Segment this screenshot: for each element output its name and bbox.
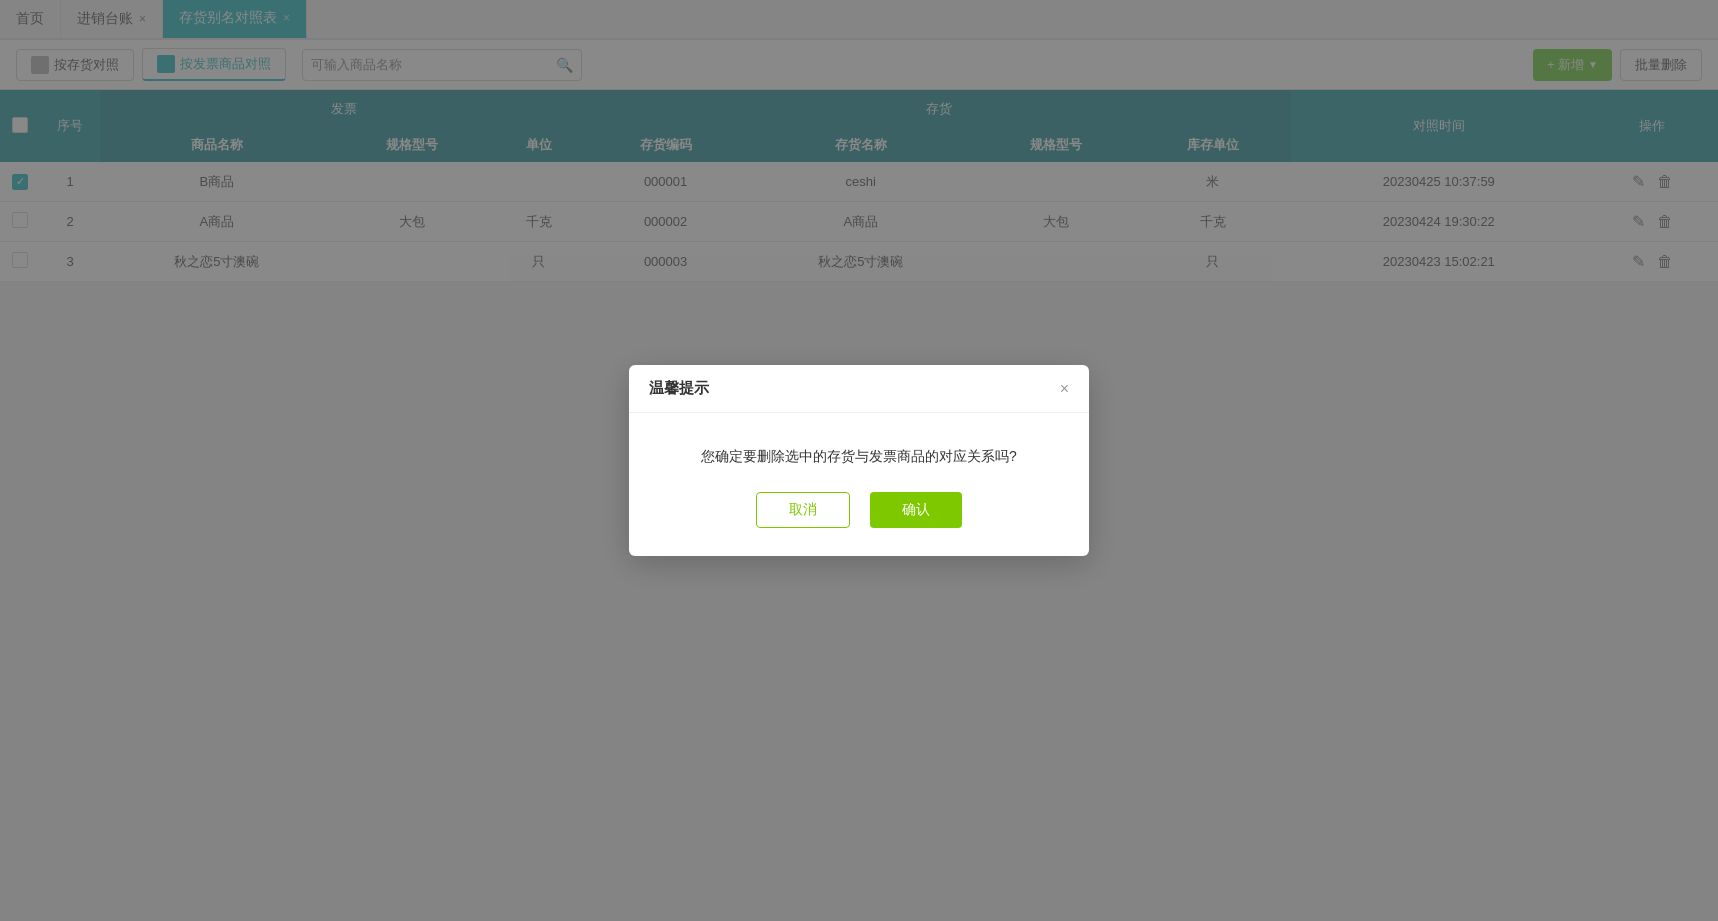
dialog-header: 温馨提示 × — [629, 365, 1089, 413]
dialog: 温馨提示 × 您确定要删除选中的存货与发票商品的对应关系吗? 取消 确认 — [629, 365, 1089, 555]
dialog-footer: 取消 确认 — [629, 492, 1089, 556]
btn-cancel[interactable]: 取消 — [756, 492, 850, 528]
dialog-body: 您确定要删除选中的存货与发票商品的对应关系吗? — [629, 413, 1089, 491]
modal-overlay: 温馨提示 × 您确定要删除选中的存货与发票商品的对应关系吗? 取消 确认 — [0, 0, 1718, 921]
dialog-message: 您确定要删除选中的存货与发票商品的对应关系吗? — [701, 448, 1017, 464]
dialog-close-button[interactable]: × — [1060, 380, 1069, 398]
btn-confirm[interactable]: 确认 — [870, 492, 962, 528]
dialog-title: 温馨提示 — [649, 379, 709, 398]
